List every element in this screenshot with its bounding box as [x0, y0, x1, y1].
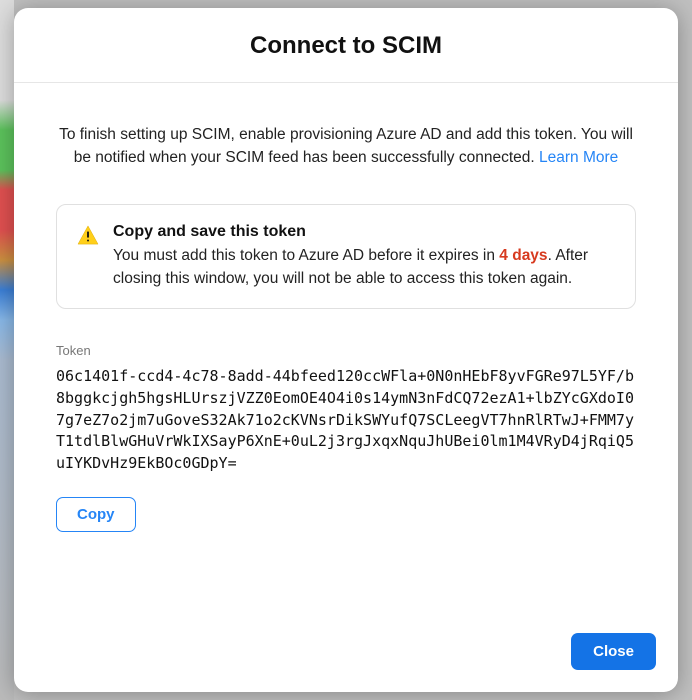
token-value: 06c1401f-ccd4-4c78-8add-44bfeed120ccWFla… — [56, 366, 636, 475]
intro-text: To finish setting up SCIM, enable provis… — [56, 123, 636, 170]
modal-body: To finish setting up SCIM, enable provis… — [14, 83, 678, 617]
alert-desc-before: You must add this token to Azure AD befo… — [113, 247, 499, 264]
alert-text: Copy and save this token You must add th… — [113, 223, 615, 291]
background-sidebar-hint — [0, 0, 14, 700]
modal-header: Connect to SCIM — [14, 8, 678, 83]
warning-icon — [77, 225, 99, 245]
modal-title: Connect to SCIM — [14, 32, 678, 60]
close-button[interactable]: Close — [571, 633, 656, 670]
scim-connect-modal: Connect to SCIM To finish setting up SCI… — [14, 8, 678, 692]
token-warning-alert: Copy and save this token You must add th… — [56, 204, 636, 310]
token-field-label: Token — [56, 343, 636, 358]
modal-footer: Close — [14, 617, 678, 692]
copy-button[interactable]: Copy — [56, 497, 136, 532]
alert-description: You must add this token to Azure AD befo… — [113, 244, 615, 291]
expiry-days: 4 days — [499, 247, 547, 264]
background-right-hint — [678, 0, 692, 700]
alert-title: Copy and save this token — [113, 223, 615, 241]
learn-more-link[interactable]: Learn More — [539, 149, 618, 166]
